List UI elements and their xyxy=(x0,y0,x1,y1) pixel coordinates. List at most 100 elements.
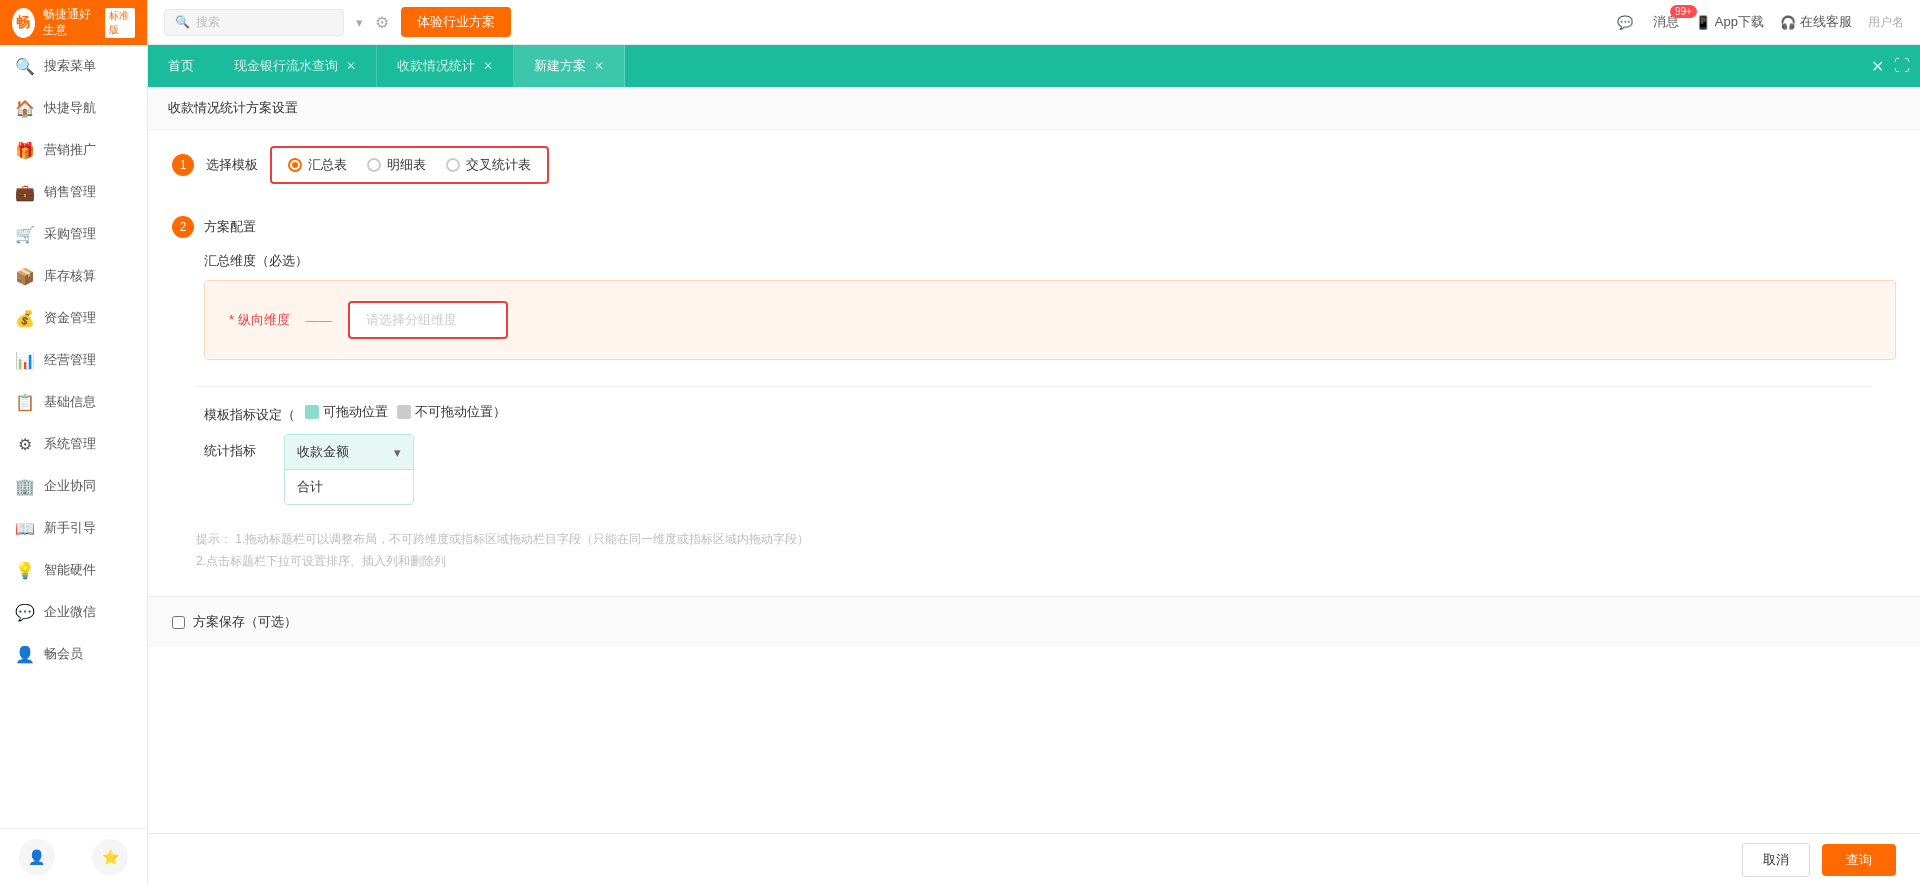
search-box[interactable]: 🔍 搜索 xyxy=(164,9,344,36)
radio-cross-label: 交叉统计表 xyxy=(466,156,531,174)
sidebar-item-label: 快捷导航 xyxy=(44,99,96,117)
sidebar-item-member[interactable]: 👤 畅会员 xyxy=(0,633,147,675)
settings-icon[interactable]: ⚙ xyxy=(375,13,389,32)
query-button[interactable]: 查询 xyxy=(1822,844,1896,876)
bottom-action-bar: 取消 查询 xyxy=(148,833,1920,885)
tab-new-plan[interactable]: 新建方案 ✕ xyxy=(514,45,625,87)
sidebar-item-label: 畅会员 xyxy=(44,645,83,663)
enterprise-icon: 🏢 xyxy=(16,477,34,495)
sidebar-item-finance[interactable]: 💰 资金管理 xyxy=(0,297,147,339)
step1-title: 选择模板 xyxy=(206,156,258,174)
unmovable-badge: 不可拖动位置） xyxy=(397,403,506,421)
maximize-btn[interactable]: ⛶ xyxy=(1894,57,1910,75)
tab-bank-flow-close[interactable]: ✕ xyxy=(346,59,356,73)
sidebar-item-label: 营销推广 xyxy=(44,141,96,159)
sidebar-item-label: 基础信息 xyxy=(44,393,96,411)
cancel-button[interactable]: 取消 xyxy=(1742,843,1810,877)
tab-home-label: 首页 xyxy=(168,57,194,75)
metric-col-collection: 收款金额 ▾ 合计 xyxy=(284,434,414,505)
row-dim-label: * 纵向维度 xyxy=(229,311,290,329)
message-icon: 💬 xyxy=(1617,15,1633,30)
sidebar-item-label: 企业微信 xyxy=(44,603,96,621)
metrics-header-text: 模板指标设定（ 可拖动位置 不可拖动位置） xyxy=(204,403,506,424)
logo-badge: 标准版 xyxy=(105,8,136,38)
sidebar-bottom-btn2[interactable]: ⭐ xyxy=(92,839,128,875)
summary-dim-title: 汇总维度（必选） xyxy=(204,252,1896,270)
tab-new-plan-close[interactable]: ✕ xyxy=(594,59,604,73)
metric-col-header: 收款金额 ▾ xyxy=(285,435,413,470)
sidebar-item-wechat[interactable]: 💬 企业微信 xyxy=(0,591,147,633)
tab-collection-stats[interactable]: 收款情况统计 ✕ xyxy=(377,45,514,87)
download-btn[interactable]: 📱 App下载 xyxy=(1695,13,1764,31)
sidebar-item-inventory[interactable]: 📦 库存核算 xyxy=(0,255,147,297)
tip-1: 提示： 1.拖动标题栏可以调整布局，不可跨维度或指标区域拖动栏目字段（只能在同一… xyxy=(196,529,1872,551)
message-btn[interactable]: 💬 99+ 消息 xyxy=(1617,13,1679,31)
basic-info-icon: 📋 xyxy=(16,393,34,411)
sidebar-item-system[interactable]: ⚙ 系统管理 xyxy=(0,423,147,465)
metrics-section: 模板指标设定（ 可拖动位置 不可拖动位置） xyxy=(172,387,1896,505)
sidebar-item-quick-nav[interactable]: 🏠 快捷导航 xyxy=(0,87,147,129)
row-dim-arrow: —— xyxy=(306,313,332,328)
sidebar-item-purchase[interactable]: 🛒 采购管理 xyxy=(0,213,147,255)
dimension-subsection: 汇总维度（必选） * 纵向维度 —— 请选择分组维度 xyxy=(172,252,1896,386)
close-window-btn[interactable]: ✕ xyxy=(1871,57,1884,76)
message-badge: 99+ xyxy=(1670,5,1697,18)
step2-title: 方案配置 xyxy=(204,218,256,236)
sidebar-item-label: 企业协同 xyxy=(44,477,96,495)
sidebar-item-guide[interactable]: 📖 新手引导 xyxy=(0,507,147,549)
radio-detail-circle xyxy=(367,158,381,172)
step2-section: 2 方案配置 汇总维度（必选） * 纵向维度 —— 请选择分组维度 xyxy=(148,216,1920,588)
metrics-header: 模板指标设定（ 可拖动位置 不可拖动位置） xyxy=(204,403,1896,424)
page-title: 收款情况统计方案设置 xyxy=(168,100,298,115)
metric-col-cell: 合计 xyxy=(285,470,413,504)
save-plan-checkbox[interactable] xyxy=(172,616,185,629)
tab-home[interactable]: 首页 xyxy=(148,45,214,87)
save-plan-label[interactable]: 方案保存（可选） xyxy=(172,613,1896,631)
radio-detail-label: 明细表 xyxy=(387,156,426,174)
content-area: 收款情况统计方案设置 1 选择模板 汇总表 xyxy=(148,87,1920,885)
sidebar-item-label: 经营管理 xyxy=(44,351,96,369)
tab-collection-stats-close[interactable]: ✕ xyxy=(483,59,493,73)
step1-section: 1 选择模板 汇总表 明细表 xyxy=(148,130,1920,216)
step2-badge: 2 xyxy=(172,216,194,238)
wechat-icon: 💬 xyxy=(16,603,34,621)
topbar-right: 💬 99+ 消息 📱 App下载 🎧 在线客服 用户名 xyxy=(1617,13,1904,31)
tab-bank-flow-label: 现金银行流水查询 xyxy=(234,57,338,75)
tip-2: 2.点击标题栏下拉可设置排序、插入列和删除列 xyxy=(196,551,1872,573)
sidebar-bottom-btn1[interactable]: 👤 xyxy=(19,839,55,875)
sidebar-item-basic-info[interactable]: 📋 基础信息 xyxy=(0,381,147,423)
radio-summary-label: 汇总表 xyxy=(308,156,347,174)
page-header: 收款情况统计方案设置 xyxy=(148,87,1920,130)
logo-icon: 畅 xyxy=(12,8,35,38)
search-placeholder: 搜索 xyxy=(196,14,220,31)
sidebar-item-label: 销售管理 xyxy=(44,183,96,201)
sales-icon: 💼 xyxy=(16,183,34,201)
inventory-icon: 📦 xyxy=(16,267,34,285)
system-icon: ⚙ xyxy=(16,435,34,453)
service-label: 在线客服 xyxy=(1800,13,1852,31)
download-label: App下载 xyxy=(1715,13,1764,31)
search-icon: 🔍 xyxy=(175,15,190,29)
chevron-down-icon[interactable]: ▾ xyxy=(394,445,401,460)
step1-badge: 1 xyxy=(172,154,194,176)
sidebar-item-enterprise[interactable]: 🏢 企业协同 xyxy=(0,465,147,507)
sidebar-item-search-menu[interactable]: 🔍 搜索菜单 xyxy=(0,45,147,87)
movable-dot xyxy=(305,405,319,419)
purchase-icon: 🛒 xyxy=(16,225,34,243)
sidebar-item-sales[interactable]: 💼 销售管理 xyxy=(0,171,147,213)
tab-bank-flow[interactable]: 现金银行流水查询 ✕ xyxy=(214,45,377,87)
sidebar-item-marketing[interactable]: 🎁 营销推广 xyxy=(0,129,147,171)
radio-summary[interactable]: 汇总表 xyxy=(288,156,347,174)
radio-detail[interactable]: 明细表 xyxy=(367,156,426,174)
sidebar-item-label: 采购管理 xyxy=(44,225,96,243)
service-btn[interactable]: 🎧 在线客服 xyxy=(1780,13,1852,31)
dropdown-arrow[interactable]: ▾ xyxy=(356,15,363,30)
row-dim-select[interactable]: 请选择分组维度 xyxy=(348,301,508,339)
sidebar-logo: 畅 畅捷通好生意 标准版 xyxy=(0,0,147,45)
sidebar-item-operation[interactable]: 📊 经营管理 xyxy=(0,339,147,381)
sidebar-item-hardware[interactable]: 💡 智能硬件 xyxy=(0,549,147,591)
step2-header: 2 方案配置 xyxy=(172,216,1896,238)
radio-cross[interactable]: 交叉统计表 xyxy=(446,156,531,174)
trial-btn[interactable]: 体验行业方案 xyxy=(401,7,511,37)
hardware-icon: 💡 xyxy=(16,561,34,579)
